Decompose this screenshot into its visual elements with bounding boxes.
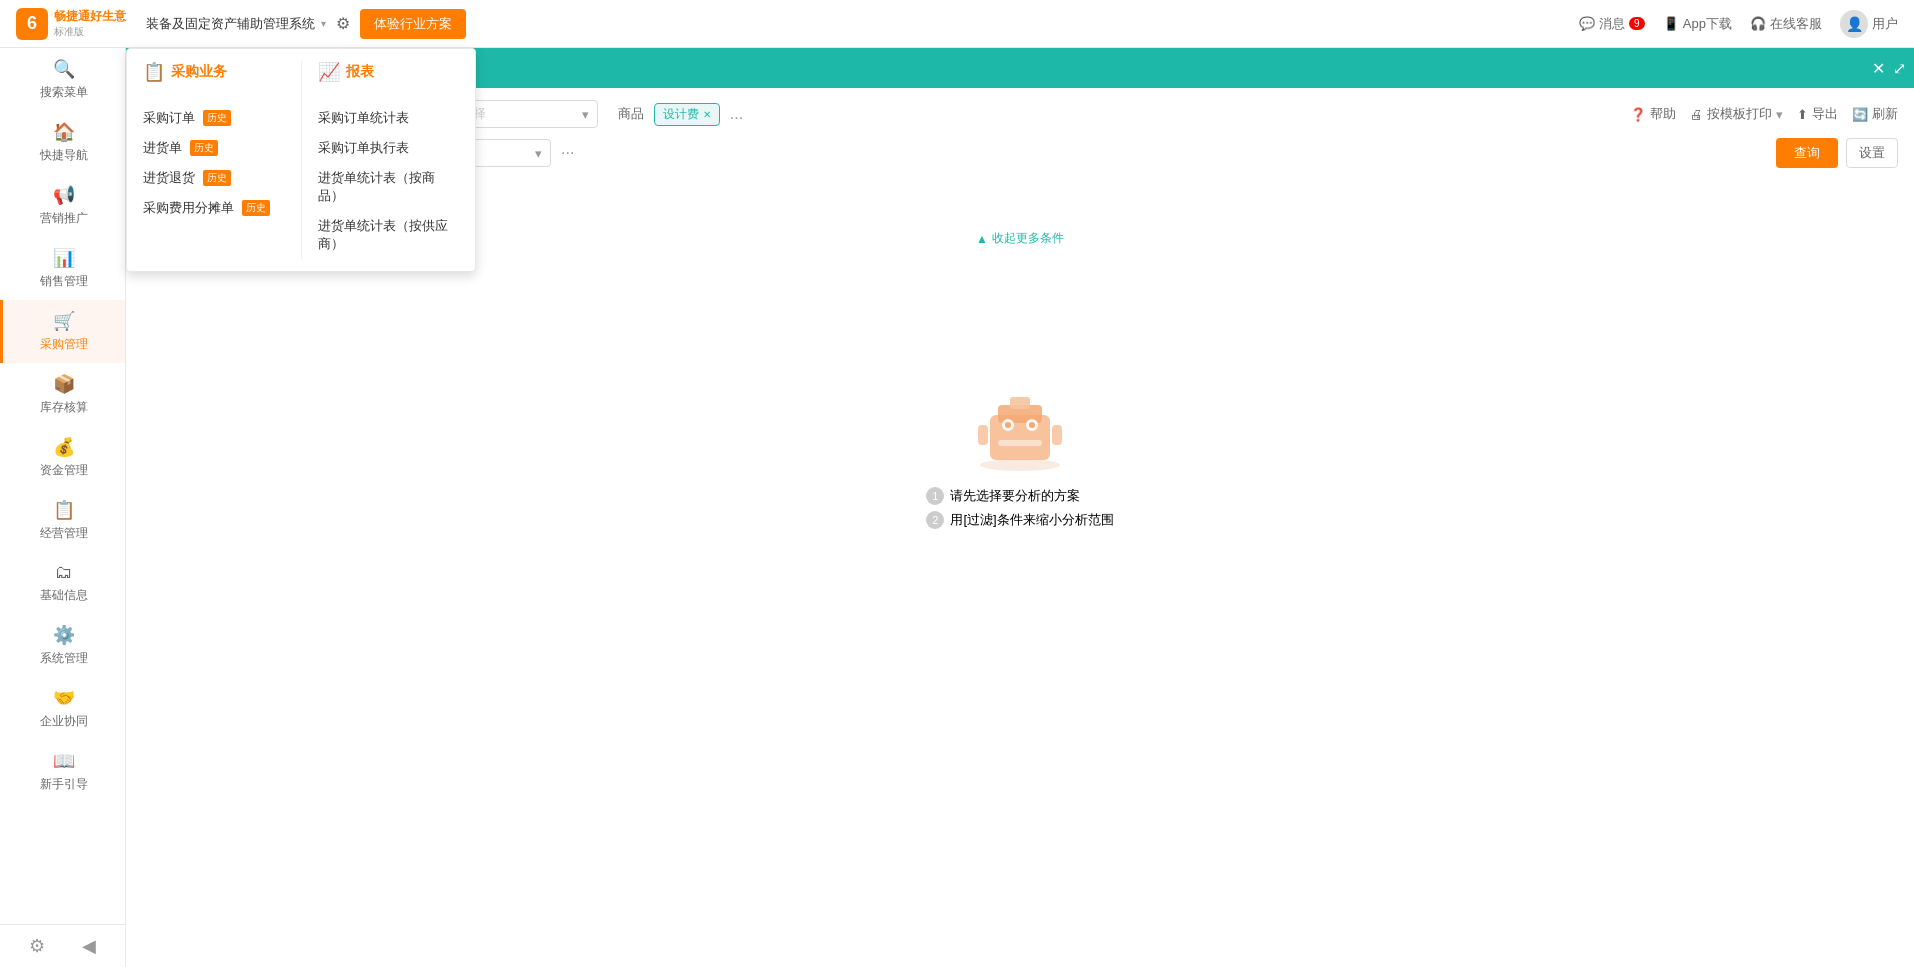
headset-icon: 🎧 — [1750, 16, 1766, 31]
sidebar-item-cooperation[interactable]: 🤝 企业协同 — [0, 677, 125, 740]
logo-area: 6 畅捷通好生意 标准版 — [16, 8, 126, 40]
print-btn[interactable]: 🖨 按模板打印 ▾ — [1690, 105, 1783, 123]
system-name-area: 装备及固定资产辅助管理系统 ▾ ⚙ — [146, 14, 350, 33]
sidebar-item-search[interactable]: 🔍 搜索菜单 — [0, 48, 125, 111]
settings-btn[interactable]: 设置 — [1846, 138, 1898, 168]
online-service-btn[interactable]: 🎧 在线客服 — [1750, 15, 1822, 33]
system-icon: ⚙️ — [53, 624, 75, 646]
marketing-icon: 📢 — [53, 184, 75, 206]
menu-report-title: 📈 报表 — [318, 61, 460, 91]
sidebar-item-operation[interactable]: 📋 经营管理 — [0, 489, 125, 552]
top-bar-right: 💬 消息 9 📱 App下载 🎧 在线客服 👤 用户 — [1579, 10, 1898, 38]
gear-icon[interactable]: ⚙ — [336, 14, 350, 33]
svg-point-6 — [1005, 422, 1011, 428]
svg-point-7 — [1029, 422, 1035, 428]
sidebar-item-basic[interactable]: 🗂 基础信息 — [0, 552, 125, 614]
svg-rect-10 — [1052, 425, 1062, 445]
goods-label: 商品 — [618, 105, 644, 123]
user-avatar: 👤 — [1840, 10, 1868, 38]
sidebar-bottom: ⚙ ◀ — [0, 924, 125, 967]
cooperation-icon: 🤝 — [53, 687, 75, 709]
print-icon: 🖨 — [1690, 107, 1703, 122]
help-icon: ❓ — [1630, 107, 1646, 122]
system-arrow-icon[interactable]: ▾ — [321, 18, 326, 29]
tab-expand-btn[interactable]: ⤢ — [1893, 59, 1906, 78]
menu-item-incoming-by-supplier[interactable]: 进货单统计表（按供应商） — [318, 211, 460, 259]
sidebar-menu: 🔍 搜索菜单 🏠 快捷导航 📢 营销推广 📊 销售管理 🛒 采购管 — [0, 48, 125, 924]
collapse-btn[interactable]: ▲ 收起更多条件 — [976, 230, 1064, 247]
menu-business-title: 📋 采购业务 — [143, 61, 285, 91]
svg-rect-9 — [978, 425, 988, 445]
menu-item-return[interactable]: 进货退货 历史 — [143, 163, 285, 193]
logo-text: 畅捷通好生意 标准版 — [54, 8, 126, 39]
menu-item-incoming[interactable]: 进货单 历史 — [143, 133, 285, 163]
goods-tag[interactable]: 设计费 ✕ — [654, 103, 720, 126]
svg-rect-8 — [998, 440, 1042, 446]
svg-rect-3 — [1010, 397, 1030, 409]
help-btn[interactable]: ❓ 帮助 — [1630, 105, 1676, 123]
empty-tip-1: 1 请先选择要分析的方案 — [926, 487, 1113, 505]
basic-icon: 🗂 — [55, 562, 73, 583]
tab-bar-right: ✕ ⤢ — [1872, 59, 1906, 78]
collapse-sidebar-icon[interactable]: ◀ — [82, 935, 96, 957]
sidebar-item-marketing[interactable]: 📢 营销推广 — [0, 174, 125, 237]
sidebar-item-finance[interactable]: 💰 资金管理 — [0, 426, 125, 489]
menu-item-cost-split[interactable]: 采购费用分摊单 历史 — [143, 193, 285, 223]
user-menu-btn[interactable]: 👤 用户 — [1840, 10, 1898, 38]
menu-col-report: 📈 报表 采购订单统计表 采购订单执行表 进货单统计表（按商品） 进货单统计表（… — [301, 61, 476, 259]
purchase-icon: 🛒 — [53, 310, 75, 332]
report-title-icon: 📈 — [318, 61, 340, 83]
sidebar-item-quick-nav[interactable]: 🏠 快捷导航 — [0, 111, 125, 174]
menu-item-purchase-order[interactable]: 采购订单 历史 — [143, 103, 285, 133]
goods-tag-close-icon[interactable]: ✕ — [703, 109, 711, 120]
guide-icon: 📖 — [53, 750, 75, 772]
refresh-icon: 🔄 — [1852, 107, 1868, 122]
empty-state: 1 请先选择要分析的方案 2 用[过滤]条件来缩小分析范围 — [126, 255, 1914, 655]
menu-item-order-exec[interactable]: 采购订单执行表 — [318, 133, 460, 163]
logo-icon: 6 — [16, 8, 48, 40]
inventory-icon: 📦 — [53, 373, 75, 395]
message-btn[interactable]: 💬 消息 9 — [1579, 15, 1645, 33]
search-icon: 🔍 — [53, 58, 75, 80]
top-bar: 6 畅捷通好生意 标准版 装备及固定资产辅助管理系统 ▾ ⚙ 体验行业方案 💬 … — [0, 0, 1914, 48]
finance-icon: 💰 — [53, 436, 75, 458]
operation-icon: 📋 — [53, 499, 75, 521]
menu-item-incoming-by-goods[interactable]: 进货单统计表（按商品） — [318, 163, 460, 211]
tab-close-btn[interactable]: ✕ — [1872, 59, 1885, 78]
export-btn[interactable]: ⬆ 导出 — [1797, 105, 1838, 123]
goods-more-dots[interactable]: ... — [730, 105, 743, 123]
industry-btn[interactable]: 体验行业方案 — [360, 9, 466, 39]
export-icon: ⬆ — [1797, 107, 1808, 122]
sidebar-item-inventory[interactable]: 📦 库存核算 — [0, 363, 125, 426]
sidebar-item-guide[interactable]: 📖 新手引导 — [0, 740, 125, 803]
settings-bottom-icon[interactable]: ⚙ — [29, 935, 45, 957]
print-arrow-icon: ▾ — [1776, 107, 1783, 122]
system-name: 装备及固定资产辅助管理系统 — [146, 15, 315, 33]
home-icon: 🏠 — [53, 121, 75, 143]
empty-illustration — [960, 375, 1080, 475]
filter-top-right: ❓ 帮助 🖨 按模板打印 ▾ ⬆ 导出 — [1630, 105, 1898, 123]
svg-point-0 — [980, 459, 1060, 471]
sidebar-item-sales[interactable]: 📊 销售管理 — [0, 237, 125, 300]
query-btn[interactable]: 查询 — [1776, 138, 1838, 168]
empty-svg-icon — [960, 375, 1080, 475]
sidebar-item-purchase[interactable]: 🛒 采购管理 — [0, 300, 125, 363]
sidebar-item-system[interactable]: ⚙️ 系统管理 — [0, 614, 125, 677]
business-title-icon: 📋 — [143, 61, 165, 83]
phone-icon: 📱 — [1663, 16, 1679, 31]
collapse-up-icon: ▲ — [976, 232, 988, 246]
empty-tip-2: 2 用[过滤]条件来缩小分析范围 — [926, 511, 1113, 529]
menu-col-business: 📋 采购业务 采购订单 历史 进货单 历史 进货退货 历史 采购费用分摊单 历史 — [127, 61, 301, 259]
purchase-dropdown-menu: 📋 采购业务 采购订单 历史 进货单 历史 进货退货 历史 采购费用分摊单 历史 — [126, 48, 476, 272]
message-icon: 💬 — [1579, 16, 1595, 31]
app-download-btn[interactable]: 📱 App下载 — [1663, 15, 1732, 33]
empty-tips: 1 请先选择要分析的方案 2 用[过滤]条件来缩小分析范围 — [926, 487, 1113, 535]
sales-icon: 📊 — [53, 247, 75, 269]
sidebar: 🔍 搜索菜单 🏠 快捷导航 📢 营销推广 📊 销售管理 🛒 采购管 — [0, 48, 126, 967]
salesman-more-dots[interactable]: ··· — [561, 144, 574, 162]
refresh-btn[interactable]: 🔄 刷新 — [1852, 105, 1898, 123]
menu-item-order-stat[interactable]: 采购订单统计表 — [318, 103, 460, 133]
